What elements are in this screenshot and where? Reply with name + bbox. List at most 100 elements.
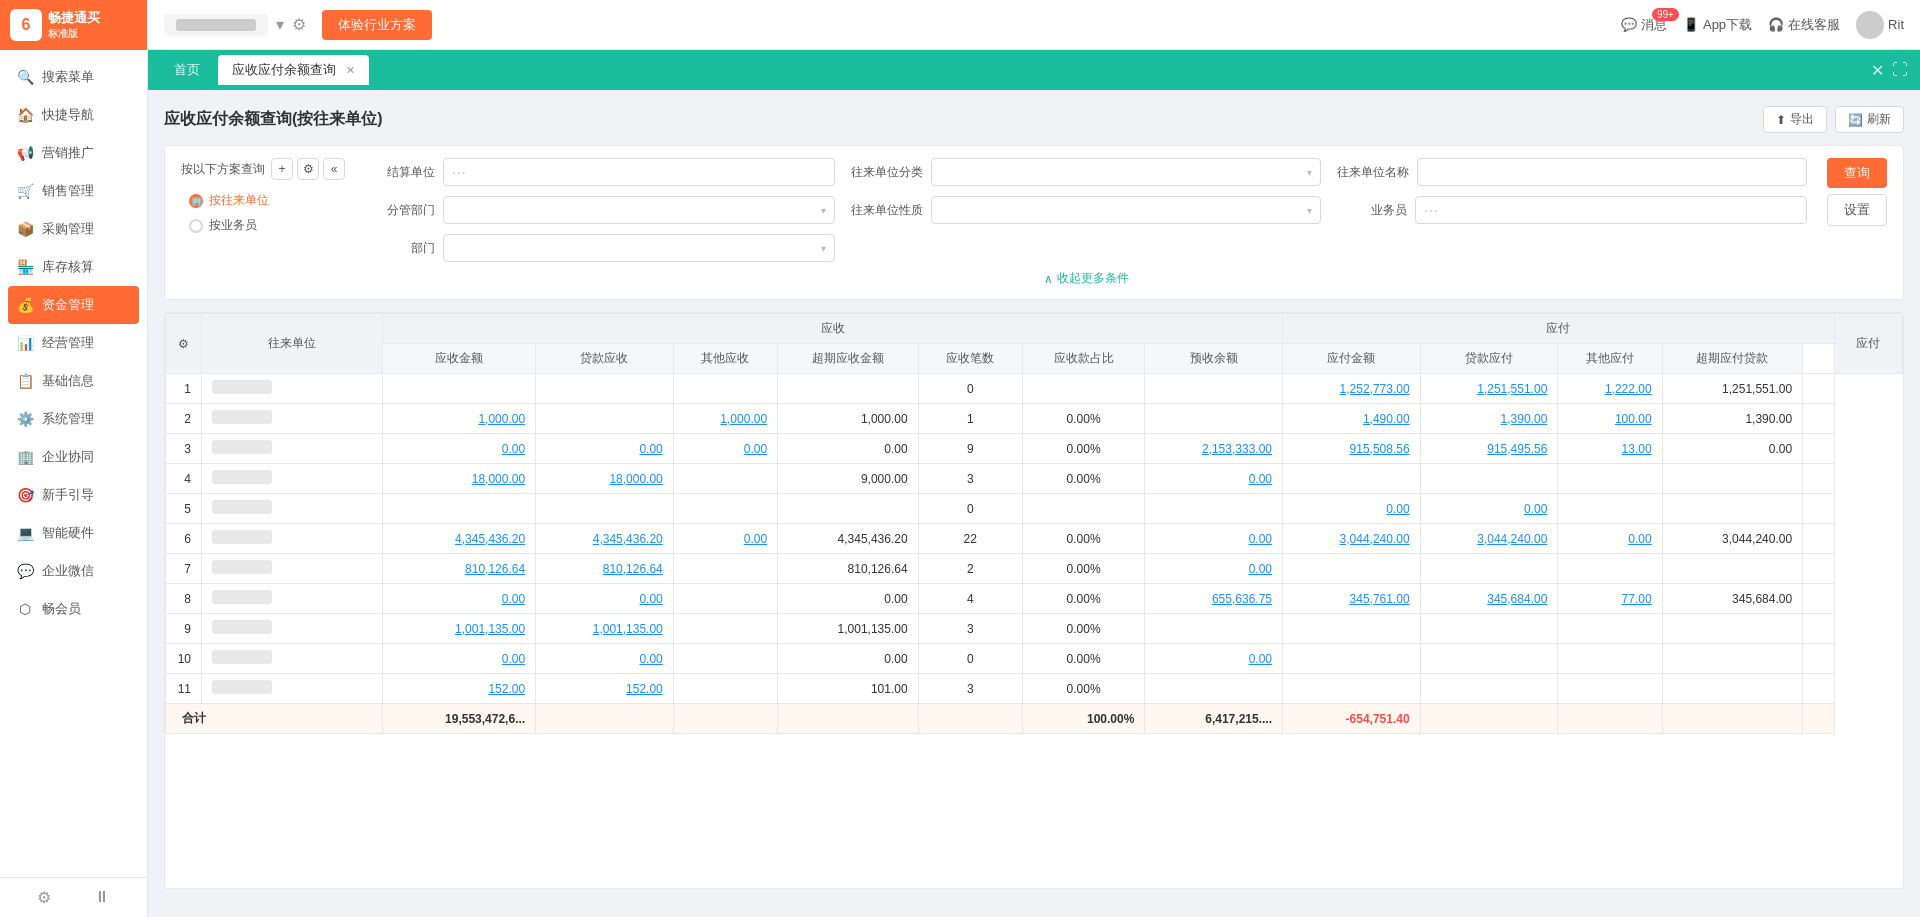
sidebar-item-sales[interactable]: 🛒 销售管理 [0, 172, 147, 210]
page-header: 应收应付余额查询(按往来单位) ⬆ 导出 🔄 刷新 [164, 106, 1904, 133]
amount-link[interactable]: 0.00 [1249, 532, 1272, 546]
sidebar-item-enterprise[interactable]: 🏢 企业协同 [0, 438, 147, 476]
table-row: 3 0.00 0.00 0.00 0.00 9 0.00% 2,153,333.… [166, 434, 1903, 464]
amount-link[interactable]: 4,345,436.20 [455, 532, 525, 546]
unit-category-input[interactable]: ▾ [931, 158, 1321, 186]
amount-link[interactable]: 0.00 [502, 592, 525, 606]
sidebar-item-purchase[interactable]: 📦 采购管理 [0, 210, 147, 248]
message-button[interactable]: 💬 消息 99+ [1621, 16, 1667, 34]
sidebar-item-member[interactable]: ⬡ 畅会员 [0, 590, 147, 628]
amount-link[interactable]: 0.00 [744, 442, 767, 456]
sidebar-item-hardware[interactable]: 💻 智能硬件 [0, 514, 147, 552]
amount-link[interactable]: 2,153,333.00 [1202, 442, 1272, 456]
sidebar-item-guide[interactable]: 🎯 新手引导 [0, 476, 147, 514]
amount-link[interactable]: 1,490.00 [1363, 412, 1410, 426]
app-download-link[interactable]: 📱 App下载 [1683, 16, 1752, 34]
sidebar-item-search[interactable]: 🔍 搜索菜单 [0, 58, 147, 96]
add-scheme-button[interactable]: + [271, 158, 293, 180]
export-button[interactable]: ⬆ 导出 [1763, 106, 1827, 133]
sidebar-item-system[interactable]: ⚙️ 系统管理 [0, 400, 147, 438]
salesman-input[interactable]: ··· [1415, 196, 1807, 224]
online-service-button[interactable]: 🎧 在线客服 [1768, 16, 1840, 34]
amount-link[interactable]: 152.00 [488, 682, 525, 696]
table-settings-icon[interactable]: ⚙ [178, 337, 189, 351]
amount-link[interactable]: 655,636.75 [1212, 592, 1272, 606]
tab-report[interactable]: 应收应付余额查询 ✕ [218, 55, 369, 85]
amount-link[interactable]: 77.00 [1622, 592, 1652, 606]
sidebar-item-quicknav[interactable]: 🏠 快捷导航 [0, 96, 147, 134]
amount-link[interactable]: 1,390.00 [1501, 412, 1548, 426]
scheme-collapse-button[interactable]: « [323, 158, 345, 180]
amount-link[interactable]: 0.00 [502, 442, 525, 456]
settings-button[interactable]: 设置 [1827, 194, 1887, 226]
amount-link[interactable]: 1,251,551.00 [1477, 382, 1547, 396]
scheme-settings-button[interactable]: ⚙ [297, 158, 319, 180]
sidebar-collapse-icon[interactable]: ⏸ [94, 888, 110, 907]
refresh-button[interactable]: 🔄 刷新 [1835, 106, 1904, 133]
table-cell [1420, 614, 1558, 644]
amount-link[interactable]: 1,252,773.00 [1340, 382, 1410, 396]
sidebar-item-operations[interactable]: 📊 经营管理 [0, 324, 147, 362]
tab-expand-button[interactable]: ⛶ [1892, 61, 1908, 79]
filter-field-dept: 分管部门 ▾ [365, 196, 835, 224]
query-button[interactable]: 查询 [1827, 158, 1887, 188]
data-table: ⚙ 往来单位 应收 应付 应付 应收金额 贷款应收 其他应收 超期应收金额 应收… [165, 313, 1903, 734]
masked-value [212, 560, 272, 574]
settings-icon[interactable]: ⚙ [292, 15, 306, 34]
collapse-button[interactable]: ∧ 收起更多条件 [1044, 270, 1129, 287]
amount-link[interactable]: 3,044,240.00 [1340, 532, 1410, 546]
amount-link[interactable]: 0.00 [1628, 532, 1651, 546]
page-title: 应收应付余额查询(按往来单位) [164, 109, 383, 130]
sidebar-settings-icon[interactable]: ⚙ [37, 888, 51, 907]
amount-link[interactable]: 0.00 [639, 652, 662, 666]
tab-home[interactable]: 首页 [160, 55, 214, 85]
amount-link[interactable]: 0.00 [639, 592, 662, 606]
tab-close-button[interactable]: ✕ [1871, 61, 1884, 80]
sidebar-item-inventory[interactable]: 🏪 库存核算 [0, 248, 147, 286]
user-profile[interactable]: Rit [1856, 11, 1904, 39]
settlement-input[interactable]: ··· [443, 158, 835, 186]
filter-option-by-staff[interactable]: 按业务员 [181, 213, 353, 238]
sidebar-item-finance[interactable]: 💰 资金管理 [8, 286, 139, 324]
filter-option-by-unit[interactable]: 🏢 按往来单位 [181, 188, 353, 213]
tab-close-icon[interactable]: ✕ [346, 64, 355, 77]
unit-name-input[interactable] [1417, 158, 1807, 186]
amount-link[interactable]: 4,345,436.20 [593, 532, 663, 546]
department-input[interactable]: ▾ [443, 234, 835, 262]
amount-link[interactable]: 915,495.56 [1487, 442, 1547, 456]
solution-button[interactable]: 体验行业方案 [322, 10, 432, 40]
amount-link[interactable]: 100.00 [1615, 412, 1652, 426]
amount-link[interactable]: 0.00 [1249, 652, 1272, 666]
sidebar-item-base[interactable]: 📋 基础信息 [0, 362, 147, 400]
amount-link[interactable]: 1,222.00 [1605, 382, 1652, 396]
amount-link[interactable]: 1,000.00 [720, 412, 767, 426]
amount-link[interactable]: 810,126.64 [465, 562, 525, 576]
amount-link[interactable]: 0.00 [1249, 562, 1272, 576]
amount-link[interactable]: 1,001,135.00 [455, 622, 525, 636]
amount-link[interactable]: 915,508.56 [1350, 442, 1410, 456]
amount-link[interactable]: 0.00 [1386, 502, 1409, 516]
amount-link[interactable]: 0.00 [502, 652, 525, 666]
sidebar-item-marketing[interactable]: 📢 营销推广 [0, 134, 147, 172]
amount-link[interactable]: 18,000.00 [472, 472, 525, 486]
unit-nature-input[interactable]: ▾ [931, 196, 1321, 224]
amount-link[interactable]: 0.00 [1524, 502, 1547, 516]
amount-link[interactable]: 1,001,135.00 [593, 622, 663, 636]
dropdown-icon[interactable]: ▾ [276, 15, 284, 34]
amount-link[interactable]: 345,684.00 [1487, 592, 1547, 606]
amount-link[interactable]: 3,044,240.00 [1477, 532, 1547, 546]
amount-link[interactable]: 13.00 [1622, 442, 1652, 456]
amount-link[interactable]: 0.00 [639, 442, 662, 456]
amount-link[interactable]: 345,761.00 [1350, 592, 1410, 606]
amount-link[interactable]: 18,000.00 [609, 472, 662, 486]
sidebar-item-label: 系统管理 [42, 410, 94, 428]
table-cell: 0.00% [1022, 674, 1144, 704]
amount-link[interactable]: 152.00 [626, 682, 663, 696]
amount-link[interactable]: 810,126.64 [603, 562, 663, 576]
sidebar-item-wechat[interactable]: 💬 企业微信 [0, 552, 147, 590]
amount-link[interactable]: 1,000.00 [478, 412, 525, 426]
masked-value [212, 440, 272, 454]
dept-input[interactable]: ▾ [443, 196, 835, 224]
amount-link[interactable]: 0.00 [1249, 472, 1272, 486]
amount-link[interactable]: 0.00 [744, 532, 767, 546]
